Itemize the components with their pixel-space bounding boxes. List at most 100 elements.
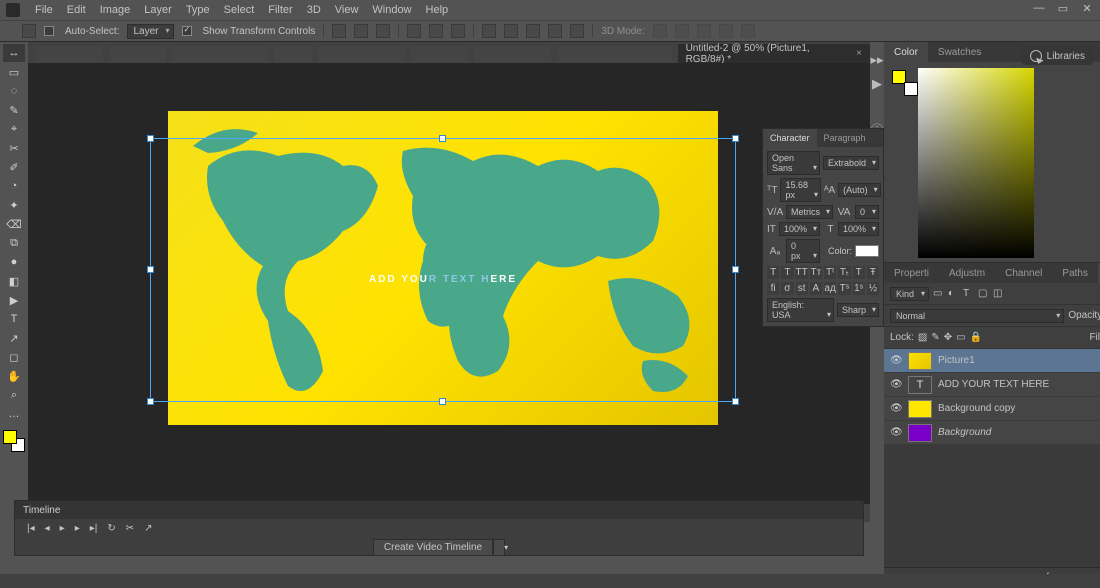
tool-marquee[interactable]: ▭ (3, 63, 25, 81)
layer-row[interactable]: 👁 Picture1 (884, 349, 1100, 373)
document-tab-active[interactable]: Untitled-2 @ 50% (Picture1, RGB/8#) * × (678, 44, 870, 63)
maximize-button[interactable]: ▭ (1056, 2, 1070, 15)
distribute-icon-3[interactable] (526, 24, 540, 38)
lock-trans-icon[interactable]: ▨ (918, 332, 927, 343)
close-tab-icon[interactable]: × (856, 48, 862, 59)
3d-icon-2[interactable] (675, 24, 689, 38)
style-small[interactable]: Tᴛ (810, 266, 822, 279)
layer-name[interactable]: ADD YOUR TEXT HERE (938, 379, 1049, 390)
filter-adj-icon[interactable]: ◐ (948, 288, 959, 299)
lock-position-icon[interactable]: ✥ (944, 332, 952, 343)
timeline-loop-icon[interactable]: ↻ (107, 523, 115, 534)
timeline-next-icon[interactable]: ▸ (75, 523, 80, 534)
doc-tab-placeholder[interactable] (109, 46, 166, 63)
tool-eyedropper[interactable]: ✂ (3, 139, 25, 157)
tool-blur[interactable]: ◧ (3, 272, 25, 290)
doc-tab-placeholder[interactable] (318, 46, 404, 63)
tab-properties[interactable]: Properti (884, 263, 939, 283)
baseline-input[interactable]: 0 px (786, 239, 820, 263)
visibility-icon[interactable]: 👁 (890, 355, 902, 366)
tool-zoom[interactable]: ⌕ (3, 386, 25, 404)
tab-adjustments[interactable]: Adjustm (939, 263, 995, 283)
create-video-timeline-button[interactable]: Create Video Timeline (373, 539, 493, 556)
menu-view[interactable]: View (328, 4, 366, 16)
doc-tab-placeholder[interactable] (411, 46, 468, 63)
layer-filter-dropdown[interactable]: Kind (890, 287, 929, 301)
style-italic[interactable]: T (781, 266, 793, 279)
canvas[interactable]: ADD YOUR TEXT HERE (168, 111, 718, 425)
timeline-tab[interactable]: Timeline (23, 505, 60, 516)
tool-more[interactable]: … (3, 405, 25, 423)
filter-image-icon[interactable]: ▭ (933, 288, 944, 299)
menu-type[interactable]: Type (179, 4, 217, 16)
handle-ne[interactable] (732, 135, 739, 142)
foreground-swatch[interactable] (3, 430, 17, 444)
doc-tab-placeholder[interactable] (36, 46, 103, 63)
layer-thumbnail[interactable] (908, 424, 932, 442)
doc-tab-placeholder[interactable] (274, 46, 312, 63)
font-size-input[interactable]: 15.68 px (780, 178, 821, 202)
lock-pixels-icon[interactable]: ✎ (931, 332, 939, 343)
visibility-icon[interactable]: 👁 (890, 427, 902, 438)
font-weight-dropdown[interactable]: Extrabold (823, 156, 879, 170)
hscale-input[interactable]: 100% (838, 222, 879, 236)
tool-eraser[interactable]: ⧉ (3, 234, 25, 252)
menu-select[interactable]: Select (217, 4, 262, 16)
tab-swatches[interactable]: Swatches (928, 42, 991, 62)
autoselect-checkbox[interactable] (44, 26, 54, 36)
layer-name[interactable]: Picture1 (938, 355, 975, 366)
menu-layer[interactable]: Layer (137, 4, 179, 16)
tool-dodge[interactable]: ▶ (3, 291, 25, 309)
lock-artboard-icon[interactable]: ▭ (956, 332, 965, 343)
align-icon-4[interactable] (407, 24, 421, 38)
handle-se[interactable] (732, 398, 739, 405)
tool-quickselect[interactable]: ✎ (3, 101, 25, 119)
ot-titl[interactable]: ад (824, 282, 836, 295)
doc-tab-placeholder[interactable] (172, 46, 268, 63)
timeline-play-icon[interactable]: ▸ (60, 523, 65, 534)
style-sub[interactable]: Tₜ (838, 266, 850, 279)
tracking-input[interactable]: 0 (855, 205, 879, 219)
font-family-dropdown[interactable]: Open Sans (767, 151, 820, 175)
tool-pen[interactable]: ↗ (3, 329, 25, 347)
timeline-type-dropdown[interactable] (493, 539, 505, 556)
3d-icon-5[interactable] (741, 24, 755, 38)
style-under[interactable]: T (853, 266, 865, 279)
handle-sw[interactable] (147, 398, 154, 405)
layer-thumbnail[interactable]: T (908, 376, 932, 394)
filter-shape-icon[interactable]: ▢ (978, 288, 989, 299)
tool-type[interactable]: T (3, 310, 25, 328)
tool-heal[interactable]: ✐ (3, 158, 25, 176)
ot-sup[interactable]: 1ˢ (853, 282, 865, 295)
distribute-icon-2[interactable] (504, 24, 518, 38)
3d-icon-1[interactable] (653, 24, 667, 38)
autoselect-dropdown[interactable]: Layer (127, 24, 173, 39)
menu-filter[interactable]: Filter (261, 4, 299, 16)
timeline-zoom-icon[interactable]: ↗ (144, 523, 152, 534)
filter-type-icon[interactable]: T (963, 288, 974, 299)
visibility-icon[interactable]: 👁 (890, 403, 902, 414)
3d-icon-3[interactable] (697, 24, 711, 38)
fg-bg-swatch[interactable] (3, 430, 25, 452)
ot-frac[interactable]: ½ (867, 282, 879, 295)
menu-window[interactable]: Window (365, 4, 418, 16)
style-super[interactable]: Tᵗ (824, 266, 836, 279)
ot-disc[interactable]: st (796, 282, 808, 295)
ot-alt[interactable]: σ (781, 282, 793, 295)
character-panel[interactable]: Character Paragraph Open Sans Extrabold … (762, 128, 884, 327)
tool-history-brush[interactable]: ⌫ (3, 215, 25, 233)
leading-input[interactable]: (Auto) (838, 183, 881, 197)
handle-e[interactable] (732, 266, 739, 273)
align-icon-2[interactable] (354, 24, 368, 38)
timeline-cut-icon[interactable]: ✂ (126, 523, 134, 534)
distribute-icon-4[interactable] (548, 24, 562, 38)
doc-tab-placeholder[interactable] (474, 46, 551, 63)
tool-crop[interactable]: ⌖ (3, 120, 25, 138)
layer-name[interactable]: Background (938, 427, 991, 438)
align-icon-1[interactable] (332, 24, 346, 38)
layer-thumbnail[interactable] (908, 352, 932, 370)
tool-gradient[interactable]: ● (3, 253, 25, 271)
handle-nw[interactable] (147, 135, 154, 142)
align-icon-3[interactable] (376, 24, 390, 38)
vscale-input[interactable]: 100% (779, 222, 820, 236)
